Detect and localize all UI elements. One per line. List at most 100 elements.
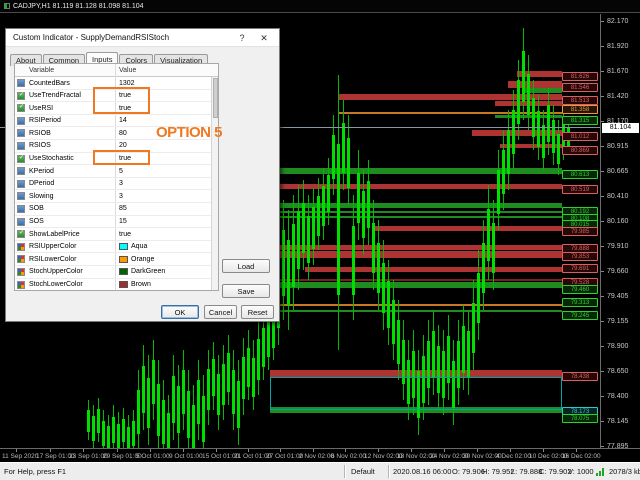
cancel-button[interactable]: Cancel	[204, 305, 237, 319]
param-value: 5	[119, 167, 123, 175]
candle-body	[242, 357, 245, 399]
candle-body	[252, 358, 255, 397]
int-type-icon	[17, 79, 25, 87]
candle-body	[127, 427, 130, 448]
candle-body	[552, 120, 555, 153]
supply-demand-zone	[270, 279, 562, 281]
price-tick-label: 80.915	[607, 143, 629, 150]
zone-price-label: 80.519	[562, 185, 598, 194]
candle-body	[92, 416, 95, 441]
price-tick-mark	[601, 146, 604, 147]
candle-body	[152, 360, 155, 404]
table-header-row: Variable Value	[15, 64, 218, 77]
candle-body	[487, 209, 490, 261]
param-name: RSIOS	[29, 142, 51, 150]
candle-body	[287, 240, 290, 306]
param-name: UseTrendFractal	[29, 92, 81, 100]
supply-demand-zone	[270, 370, 562, 377]
param-row-dperiod[interactable]: DPeriod 3	[15, 178, 218, 191]
candle-body	[502, 150, 505, 194]
price-tick-mark	[601, 121, 604, 122]
color-swatch	[119, 268, 128, 276]
reset-button[interactable]: Reset	[241, 305, 274, 319]
param-row-rsilowercolor[interactable]: RSILowerColor Orange	[15, 253, 218, 266]
candle-body	[327, 175, 330, 212]
price-tick-mark	[601, 421, 604, 422]
param-row-showlabelprice[interactable]: ShowLabelPrice true	[15, 228, 218, 241]
supply-demand-zone	[270, 310, 562, 312]
param-row-stochuppercolor[interactable]: StochUpperColor DarkGreen	[15, 266, 218, 279]
candle-body	[167, 413, 170, 448]
dialog-help-button[interactable]: ?	[233, 29, 251, 47]
connection-status-icon	[596, 468, 607, 476]
candle-body	[302, 203, 305, 253]
table-scrollbar[interactable]	[211, 77, 218, 290]
candle-body	[102, 421, 105, 446]
int-type-icon	[17, 192, 25, 201]
price-tick-label: 78.400	[607, 393, 629, 400]
candle-body	[227, 353, 230, 392]
candle-body	[522, 51, 525, 102]
param-row-rsiuppercolor[interactable]: RSIUpperColor Aqua	[15, 241, 218, 254]
time-tick-mark	[280, 449, 281, 452]
ok-button[interactable]: OK	[161, 305, 199, 319]
save-button[interactable]: Save	[222, 284, 270, 298]
price-tick-label: 79.405	[607, 293, 629, 300]
status-profile[interactable]: Default	[351, 463, 375, 480]
candle-body	[207, 369, 210, 410]
color-type-icon	[17, 267, 25, 276]
zone-price-label: 80.869	[562, 146, 598, 155]
time-tick-label: 2 Nov 02:00	[299, 453, 335, 460]
status-low: L: 79.888	[511, 467, 543, 476]
time-tick-mark	[477, 449, 478, 452]
candle-body	[217, 374, 220, 415]
price-tick-mark	[601, 21, 604, 22]
price-tick-label: 79.155	[607, 318, 629, 325]
divider	[388, 465, 389, 478]
param-row-slowing[interactable]: Slowing 3	[15, 190, 218, 203]
time-axis[interactable]: 11 Sep 2020 17 Sep 01:00 23 Sep 01:00 29 Se…	[0, 448, 640, 462]
candle-body	[197, 380, 200, 424]
metatrader-window: CADJPY,H1 81.119 81.128 81.098 81.104 81…	[0, 0, 640, 480]
status-help-text: For Help, press F1	[4, 467, 67, 476]
candle-body	[532, 98, 535, 137]
candle-body	[257, 339, 260, 380]
param-name: RSIOB	[29, 129, 51, 137]
param-row-sos[interactable]: SOS 15	[15, 216, 218, 229]
time-tick-mark	[150, 449, 151, 452]
zone-price-label: 81.626	[562, 72, 598, 81]
candle-body	[177, 386, 180, 433]
candle-body	[317, 196, 320, 236]
candle-body	[307, 216, 310, 263]
param-value: 80	[119, 129, 127, 137]
candle-body	[512, 110, 515, 154]
param-name: SOS	[29, 218, 44, 226]
param-name: UseStochastic	[29, 155, 74, 163]
load-button[interactable]: Load	[222, 259, 270, 273]
candle-body	[222, 364, 225, 405]
time-tick-label: 16 Dec 02:00	[562, 453, 601, 460]
candle-body	[297, 211, 300, 269]
price-tick-mark	[601, 271, 604, 272]
time-tick-mark	[83, 449, 84, 452]
scrollbar-thumb[interactable]	[213, 78, 218, 118]
time-tick-mark	[16, 449, 17, 452]
dialog-close-button[interactable]: ✕	[255, 29, 273, 47]
time-tick-mark	[117, 449, 118, 452]
column-header-value: Value	[119, 67, 137, 74]
candle-body	[382, 263, 385, 313]
candle-body	[282, 230, 285, 296]
color-swatch	[119, 243, 128, 251]
price-tick-label: 81.420	[607, 93, 629, 100]
candle-body	[392, 300, 395, 344]
param-row-sob[interactable]: SOB 85	[15, 203, 218, 216]
color-swatch	[119, 281, 128, 288]
price-scale[interactable]: 81.104 82.170 81.920 81.670 81.420 81.170 80.…	[600, 14, 640, 450]
param-row-stochlowercolor[interactable]: StochLowerColor Brown	[15, 279, 218, 291]
candle-body	[547, 105, 550, 142]
time-tick-mark	[50, 449, 51, 452]
status-traffic: 2078/3 kb	[609, 467, 640, 476]
param-row-kperiod[interactable]: KPeriod 5	[15, 165, 218, 178]
candle-body	[312, 207, 315, 249]
param-name: RSIUpperColor	[29, 243, 77, 251]
